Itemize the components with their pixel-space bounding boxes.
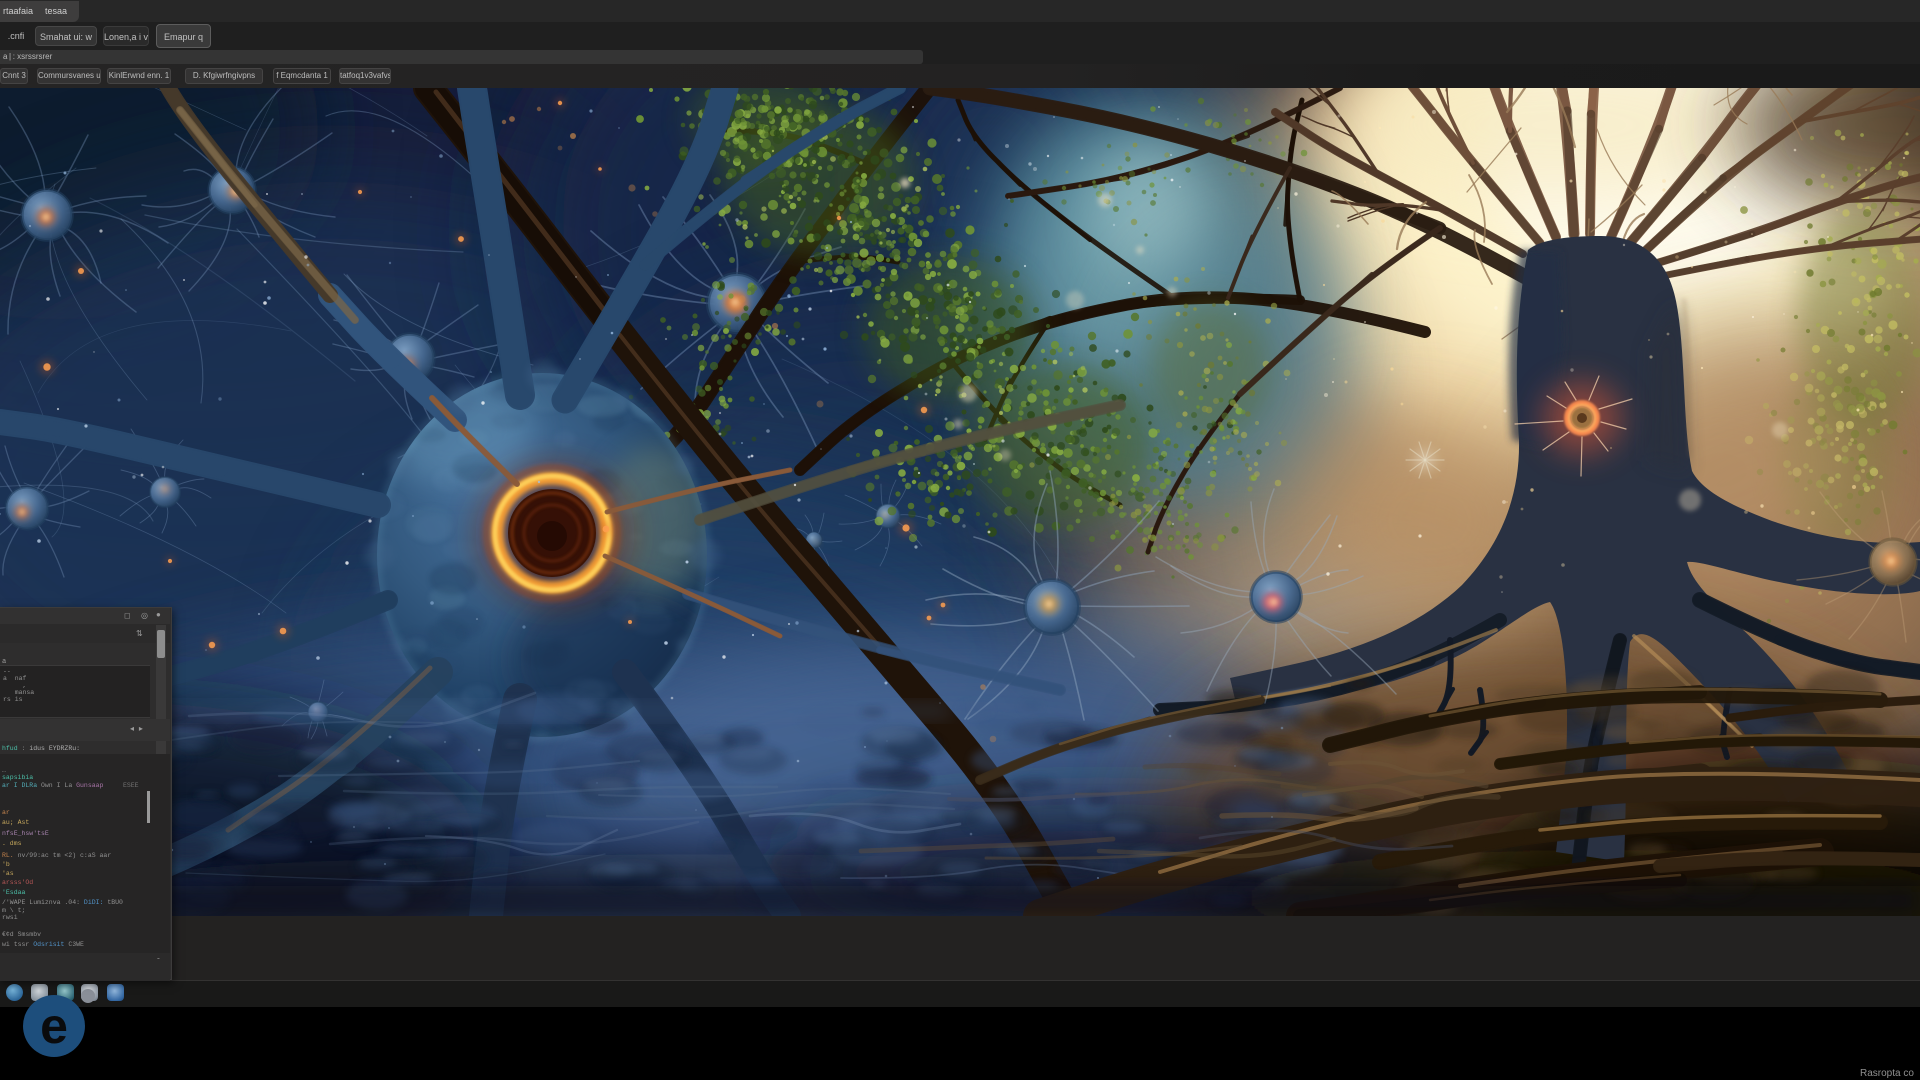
svg-text:e: e: [40, 998, 68, 1054]
